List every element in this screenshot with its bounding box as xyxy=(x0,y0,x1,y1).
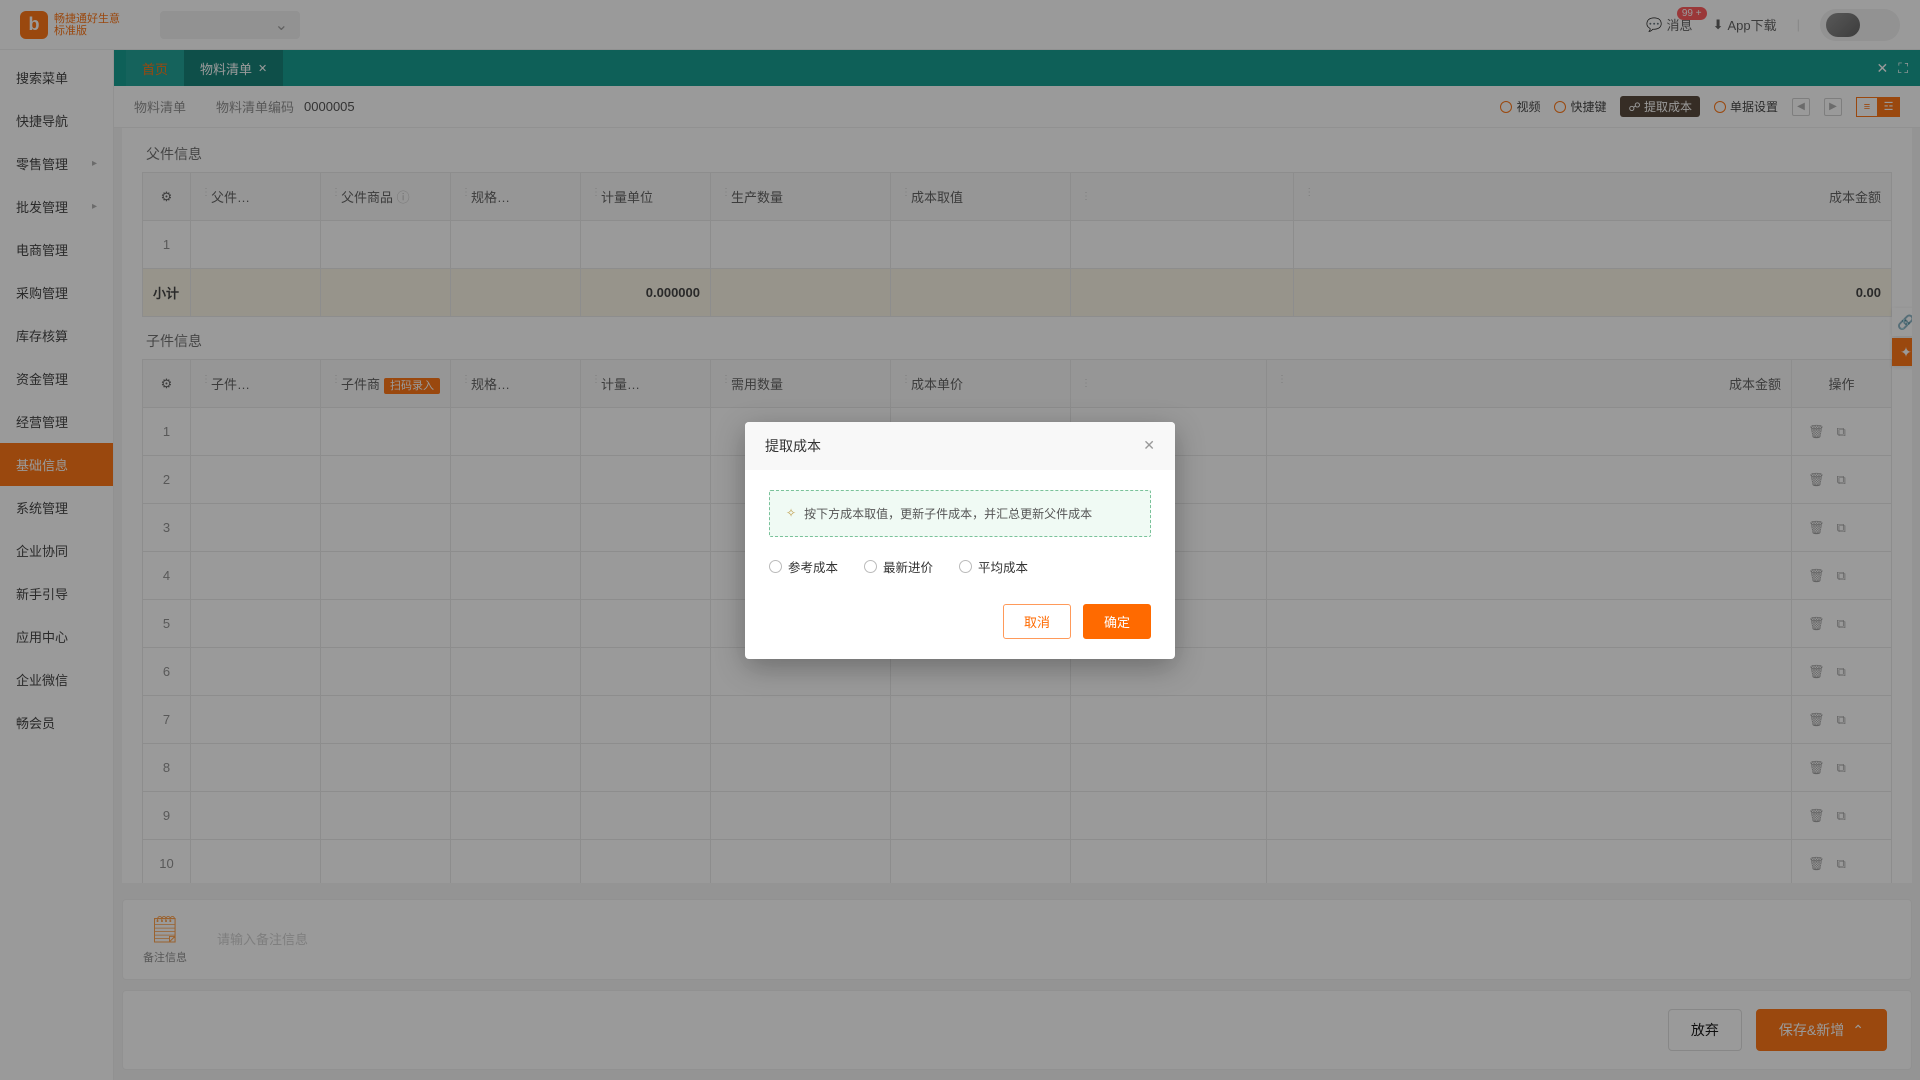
cost-source-option[interactable]: 参考成本 xyxy=(769,557,838,576)
modal-title: 提取成本 xyxy=(765,436,821,456)
close-icon[interactable]: ✕ xyxy=(1143,437,1155,454)
bulb-icon: ✧ xyxy=(786,506,796,520)
radio-icon xyxy=(864,560,877,573)
modal-tip: ✧ 按下方成本取值，更新子件成本，并汇总更新父件成本 xyxy=(769,490,1151,537)
modal-overlay: 提取成本 ✕ ✧ 按下方成本取值，更新子件成本，并汇总更新父件成本 参考成本 最新… xyxy=(0,0,1920,1080)
cancel-button[interactable]: 取消 xyxy=(1003,604,1071,639)
extract-cost-modal: 提取成本 ✕ ✧ 按下方成本取值，更新子件成本，并汇总更新父件成本 参考成本 最新… xyxy=(745,422,1175,659)
cost-source-option[interactable]: 平均成本 xyxy=(959,557,1028,576)
cost-source-option[interactable]: 最新进价 xyxy=(864,557,933,576)
radio-icon xyxy=(959,560,972,573)
cost-source-radio-group: 参考成本 最新进价 平均成本 xyxy=(769,557,1151,576)
ok-button[interactable]: 确定 xyxy=(1083,604,1151,639)
radio-icon xyxy=(769,560,782,573)
